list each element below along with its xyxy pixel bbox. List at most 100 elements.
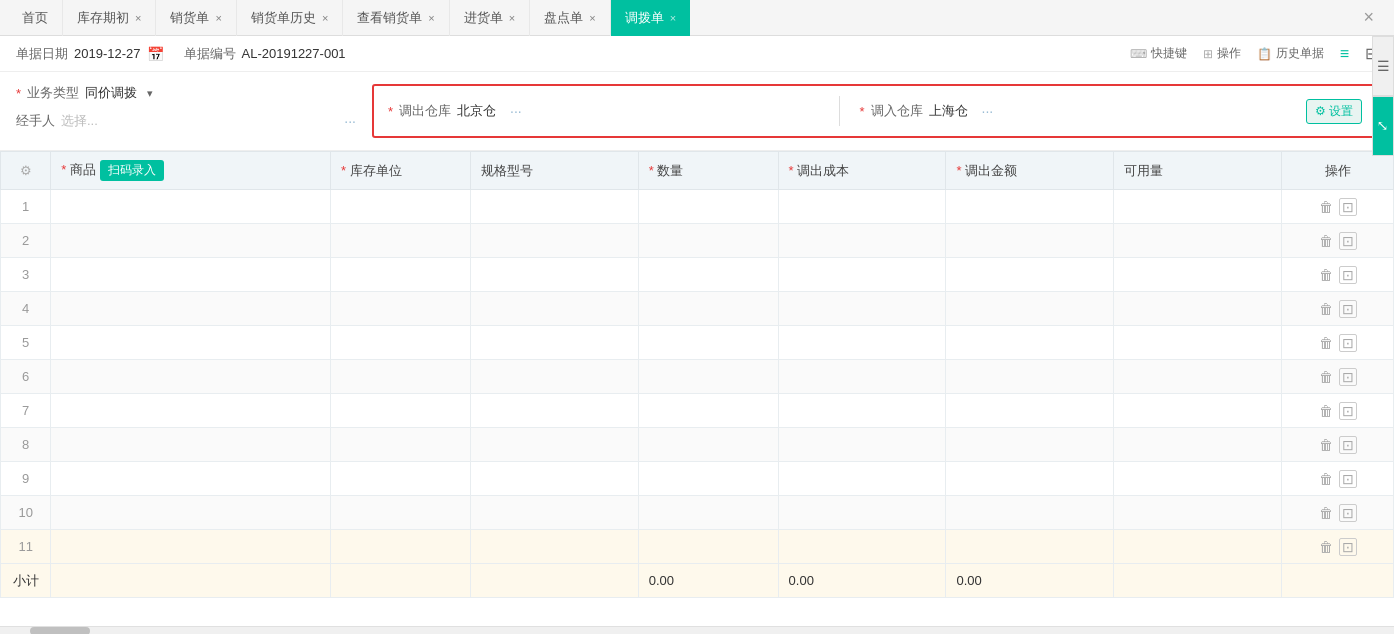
row-product[interactable] xyxy=(51,224,331,258)
row-amount[interactable] xyxy=(946,428,1114,462)
scan-button[interactable]: 扫码录入 xyxy=(100,160,164,181)
tab-purchase-order-close[interactable]: × xyxy=(509,12,515,24)
row-product[interactable] xyxy=(51,496,331,530)
delete-icon[interactable]: 🗑 xyxy=(1319,199,1333,215)
row-product[interactable] xyxy=(51,462,331,496)
row-qty[interactable] xyxy=(638,258,778,292)
copy-icon[interactable]: ⊡ xyxy=(1339,470,1357,488)
row-cost[interactable] xyxy=(778,462,946,496)
settings-button[interactable]: ⚙ 设置 xyxy=(1306,99,1362,124)
quick-keys-button[interactable]: ⌨ 快捷键 xyxy=(1130,45,1187,62)
row-product[interactable] xyxy=(51,292,331,326)
row-product[interactable] xyxy=(51,428,331,462)
tab-sales-history[interactable]: 销货单历史 × xyxy=(237,0,343,36)
row-amount[interactable] xyxy=(946,462,1114,496)
row-amount[interactable] xyxy=(946,326,1114,360)
handler-value[interactable]: 选择... xyxy=(61,112,98,130)
delete-icon[interactable]: 🗑 xyxy=(1319,505,1333,521)
delete-icon[interactable]: 🗑 xyxy=(1319,335,1333,351)
row-qty[interactable] xyxy=(638,224,778,258)
history-docs-button[interactable]: 📋 历史单据 xyxy=(1257,45,1324,62)
source-warehouse-value[interactable]: 北京仓 xyxy=(457,102,496,120)
tab-sales-order[interactable]: 销货单 × xyxy=(156,0,236,36)
window-close-button[interactable]: × xyxy=(1351,7,1386,28)
business-type-value[interactable]: 同价调拨 xyxy=(85,84,137,102)
tab-inventory-init[interactable]: 库存期初 × xyxy=(63,0,156,36)
row-qty[interactable] xyxy=(638,292,778,326)
copy-icon[interactable]: ⊡ xyxy=(1339,232,1357,250)
handler-more-icon[interactable]: ··· xyxy=(344,113,356,129)
copy-icon[interactable]: ⊡ xyxy=(1339,266,1357,284)
tab-sales-order-close[interactable]: × xyxy=(215,12,221,24)
row-qty[interactable] xyxy=(638,326,778,360)
row-amount[interactable] xyxy=(946,224,1114,258)
tab-inventory-count[interactable]: 盘点单 × xyxy=(530,0,610,36)
row-qty[interactable] xyxy=(638,360,778,394)
row-product[interactable] xyxy=(51,394,331,428)
copy-icon[interactable]: ⊡ xyxy=(1339,198,1357,216)
tab-view-sales[interactable]: 查看销货单 × xyxy=(343,0,449,36)
copy-icon[interactable]: ⊡ xyxy=(1339,334,1357,352)
row-product[interactable] xyxy=(51,326,331,360)
row-cost[interactable] xyxy=(778,224,946,258)
target-warehouse-more-icon[interactable]: ··· xyxy=(982,103,994,119)
operations-button[interactable]: ⊞ 操作 xyxy=(1203,45,1241,62)
delete-icon[interactable]: 🗑 xyxy=(1319,301,1333,317)
tab-inventory-init-close[interactable]: × xyxy=(135,12,141,24)
copy-icon[interactable]: ⊡ xyxy=(1339,436,1357,454)
delete-icon[interactable]: 🗑 xyxy=(1319,437,1333,453)
row-amount[interactable] xyxy=(946,496,1114,530)
delete-icon[interactable]: 🗑 xyxy=(1319,369,1333,385)
delete-icon[interactable]: 🗑 xyxy=(1319,267,1333,283)
row-amount[interactable] xyxy=(946,360,1114,394)
scroll-thumb[interactable] xyxy=(30,627,90,634)
row-qty[interactable] xyxy=(638,496,778,530)
copy-icon[interactable]: ⊡ xyxy=(1339,504,1357,522)
row-cost[interactable] xyxy=(778,428,946,462)
tab-purchase-order[interactable]: 进货单 × xyxy=(450,0,530,36)
delete-icon[interactable]: 🗑 xyxy=(1319,471,1333,487)
row-amount[interactable] xyxy=(946,258,1114,292)
row-cost[interactable] xyxy=(778,326,946,360)
row-qty[interactable] xyxy=(638,394,778,428)
sidebar-list-button[interactable]: ☰ xyxy=(1372,36,1394,96)
delete-icon[interactable]: 🗑 xyxy=(1319,403,1333,419)
row-cost[interactable] xyxy=(778,190,946,224)
tab-sales-history-close[interactable]: × xyxy=(322,12,328,24)
copy-icon[interactable]: ⊡ xyxy=(1339,368,1357,386)
row-product[interactable] xyxy=(51,190,331,224)
target-warehouse-value[interactable]: 上海仓 xyxy=(929,102,968,120)
row-amount[interactable] xyxy=(946,530,1114,564)
row-cost[interactable] xyxy=(778,360,946,394)
horizontal-scrollbar[interactable] xyxy=(0,626,1394,634)
row-cost[interactable] xyxy=(778,496,946,530)
tab-inventory-count-close[interactable]: × xyxy=(589,12,595,24)
copy-icon[interactable]: ⊡ xyxy=(1339,402,1357,420)
tab-transfer-order-close[interactable]: × xyxy=(670,12,676,24)
row-product[interactable] xyxy=(51,530,331,564)
business-type-dropdown-icon[interactable]: ▾ xyxy=(147,87,153,100)
calendar-icon[interactable]: 📅 xyxy=(147,46,164,62)
tab-view-sales-close[interactable]: × xyxy=(428,12,434,24)
row-amount[interactable] xyxy=(946,190,1114,224)
row-cost[interactable] xyxy=(778,292,946,326)
row-product[interactable] xyxy=(51,360,331,394)
delete-icon[interactable]: 🗑 xyxy=(1319,233,1333,249)
row-qty[interactable] xyxy=(638,190,778,224)
sidebar-expand-button[interactable]: ⤢ xyxy=(1372,96,1394,156)
copy-icon[interactable]: ⊡ xyxy=(1339,538,1357,556)
row-qty[interactable] xyxy=(638,462,778,496)
delete-icon[interactable]: 🗑 xyxy=(1319,539,1333,555)
row-qty[interactable] xyxy=(638,530,778,564)
table-settings-icon[interactable]: ⚙ xyxy=(20,163,32,178)
layout1-button[interactable]: ≡ xyxy=(1340,45,1349,63)
row-cost[interactable] xyxy=(778,394,946,428)
row-amount[interactable] xyxy=(946,292,1114,326)
tab-transfer-order[interactable]: 调拨单 × xyxy=(611,0,690,36)
date-value[interactable]: 2019-12-27 xyxy=(74,46,141,61)
tab-home[interactable]: 首页 xyxy=(8,0,63,36)
row-cost[interactable] xyxy=(778,258,946,292)
row-product[interactable] xyxy=(51,258,331,292)
row-cost[interactable] xyxy=(778,530,946,564)
row-qty[interactable] xyxy=(638,428,778,462)
